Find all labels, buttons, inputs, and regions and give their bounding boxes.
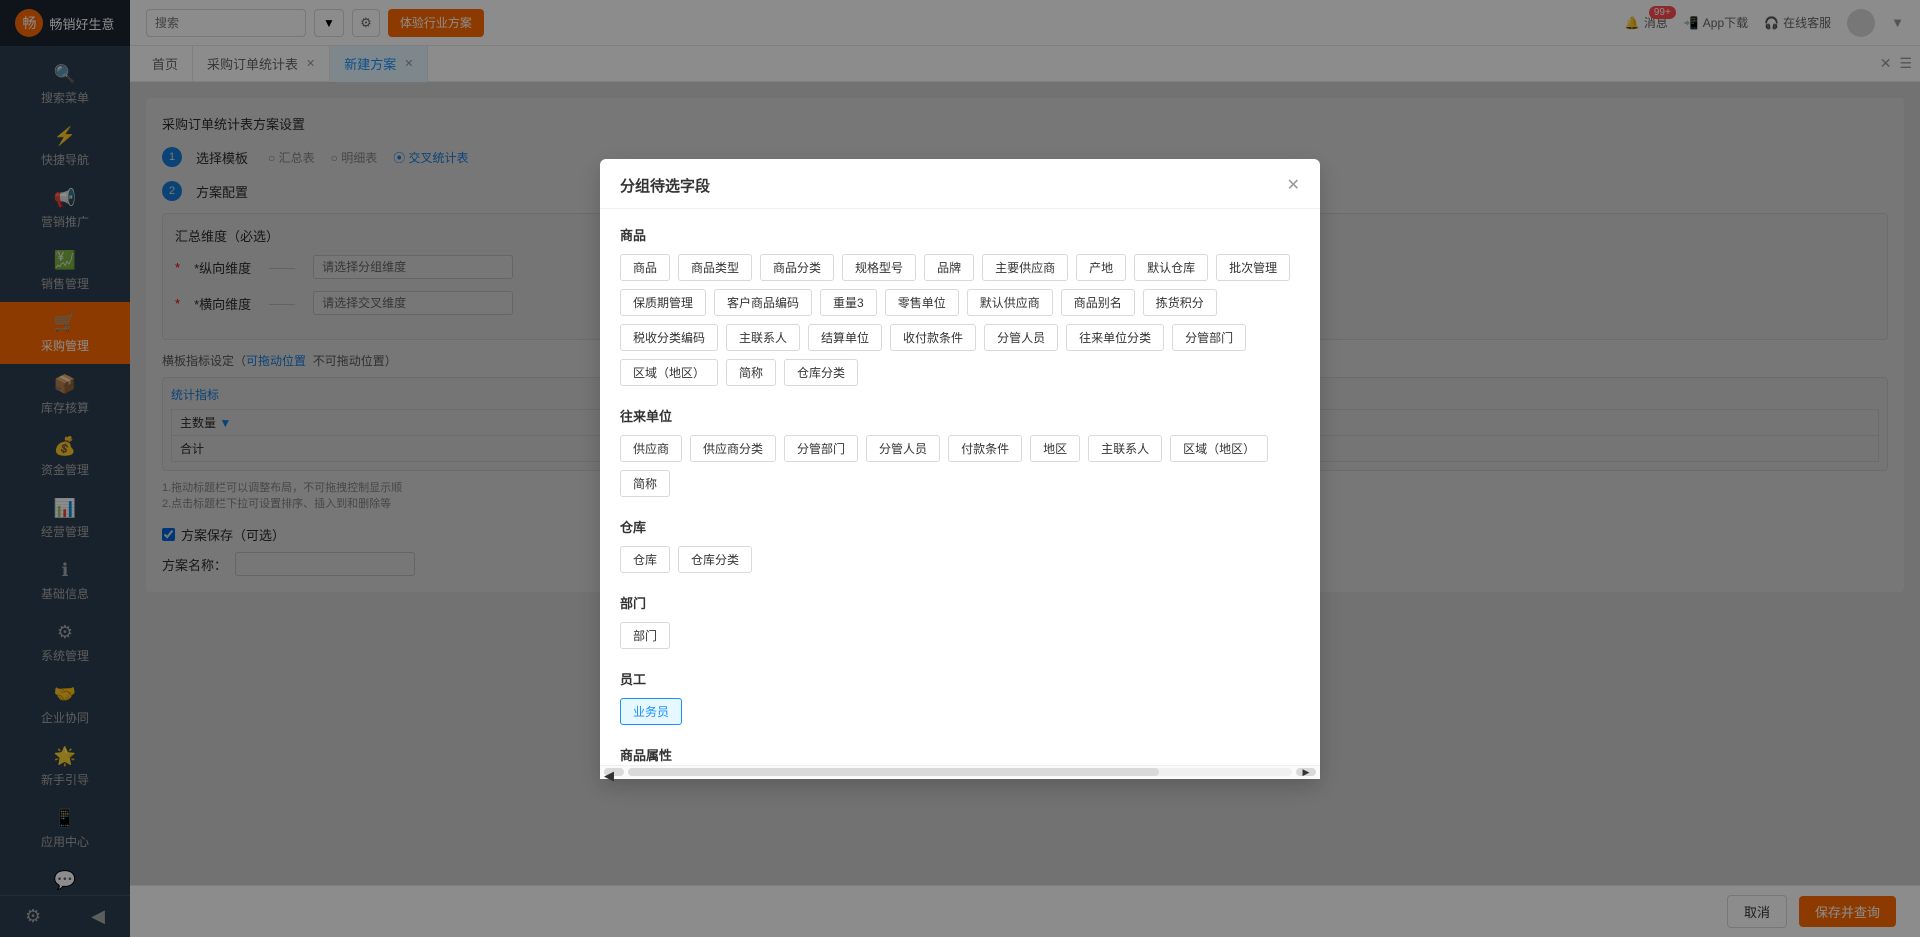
section-product-attr: 商品属性 属性 颜色 多规格 尺码 鞋码 1 xyxy=(620,745,1300,766)
field-tag[interactable]: 收付款条件 xyxy=(890,324,976,351)
section-product-attr-title: 商品属性 xyxy=(620,745,1300,764)
section-partner-fields: 供应商 供应商分类 分管部门 分管人员 付款条件 地区 主联系人 区域（地区） … xyxy=(620,435,1300,497)
field-tag[interactable]: 仓库 xyxy=(620,546,670,573)
section-partner: 往来单位 供应商 供应商分类 分管部门 分管人员 付款条件 地区 主联系人 区域… xyxy=(620,406,1300,497)
section-employee: 员工 业务员 xyxy=(620,669,1300,725)
section-warehouse-title: 仓库 xyxy=(620,517,1300,536)
field-tag[interactable]: 地区 xyxy=(1030,435,1080,462)
scrollbar-right-btn[interactable]: ▶ xyxy=(1296,768,1316,776)
field-tag[interactable]: 零售单位 xyxy=(885,289,959,316)
scrollbar-thumb[interactable] xyxy=(628,768,1159,776)
field-tag[interactable]: 仓库分类 xyxy=(784,359,858,386)
modal-dialog: 分组待选字段 ✕ 商品 商品 商品类型 商品分类 规格型号 品牌 主要供应商 产… xyxy=(600,159,1320,779)
field-tag[interactable]: 税收分类编码 xyxy=(620,324,718,351)
section-warehouse: 仓库 仓库 仓库分类 xyxy=(620,517,1300,573)
field-tag[interactable]: 主要供应商 xyxy=(982,254,1068,281)
field-tag[interactable]: 重量3 xyxy=(820,289,877,316)
field-tag[interactable]: 往来单位分类 xyxy=(1066,324,1164,351)
section-goods-title: 商品 xyxy=(620,225,1300,244)
modal-scrollbar-area: ◀ ▶ xyxy=(600,765,1320,778)
section-department-fields: 部门 xyxy=(620,622,1300,649)
field-tag[interactable]: 规格型号 xyxy=(842,254,916,281)
field-tag[interactable]: 简称 xyxy=(620,470,670,497)
field-tag[interactable]: 区域（地区） xyxy=(1170,435,1268,462)
section-partner-title: 往来单位 xyxy=(620,406,1300,425)
scrollbar-track xyxy=(628,768,1292,776)
field-tag[interactable]: 主联系人 xyxy=(726,324,800,351)
field-tag[interactable]: 分管部门 xyxy=(784,435,858,462)
section-department-title: 部门 xyxy=(620,593,1300,612)
modal-close-button[interactable]: ✕ xyxy=(1287,175,1300,195)
field-tag[interactable]: 供应商 xyxy=(620,435,682,462)
field-tag[interactable]: 主联系人 xyxy=(1088,435,1162,462)
field-tag[interactable]: 品牌 xyxy=(924,254,974,281)
field-tag[interactable]: 批次管理 xyxy=(1216,254,1290,281)
field-tag[interactable]: 商品类型 xyxy=(678,254,752,281)
section-employee-title: 员工 xyxy=(620,669,1300,688)
field-tag[interactable]: 结算单位 xyxy=(808,324,882,351)
field-tag[interactable]: 商品别名 xyxy=(1061,289,1135,316)
modal-overlay: 分组待选字段 ✕ 商品 商品 商品类型 商品分类 规格型号 品牌 主要供应商 产… xyxy=(0,0,1920,937)
field-tag[interactable]: 拣货积分 xyxy=(1143,289,1217,316)
field-tag[interactable]: 分管人员 xyxy=(984,324,1058,351)
field-tag[interactable]: 默认仓库 xyxy=(1134,254,1208,281)
field-tag[interactable]: 付款条件 xyxy=(948,435,1022,462)
field-tag[interactable]: 分管人员 xyxy=(866,435,940,462)
field-tag[interactable]: 产地 xyxy=(1076,254,1126,281)
field-tag[interactable]: 区域（地区） xyxy=(620,359,718,386)
modal-body[interactable]: 商品 商品 商品类型 商品分类 规格型号 品牌 主要供应商 产地 默认仓库 批次… xyxy=(600,209,1320,766)
field-tag[interactable]: 默认供应商 xyxy=(967,289,1053,316)
section-goods-fields: 商品 商品类型 商品分类 规格型号 品牌 主要供应商 产地 默认仓库 批次管理 … xyxy=(620,254,1300,386)
field-tag[interactable]: 部门 xyxy=(620,622,670,649)
modal-title: 分组待选字段 xyxy=(620,175,710,196)
modal-header: 分组待选字段 ✕ xyxy=(600,159,1320,209)
field-tag-employee[interactable]: 业务员 xyxy=(620,698,682,725)
section-goods: 商品 商品 商品类型 商品分类 规格型号 品牌 主要供应商 产地 默认仓库 批次… xyxy=(620,225,1300,386)
field-tag[interactable]: 客户商品编码 xyxy=(714,289,812,316)
field-tag[interactable]: 保质期管理 xyxy=(620,289,706,316)
field-tag[interactable]: 分管部门 xyxy=(1172,324,1246,351)
scrollbar-left-btn[interactable]: ◀ xyxy=(604,768,624,776)
field-tag[interactable]: 商品 xyxy=(620,254,670,281)
field-tag[interactable]: 简称 xyxy=(726,359,776,386)
field-tag[interactable]: 供应商分类 xyxy=(690,435,776,462)
section-employee-fields: 业务员 xyxy=(620,698,1300,725)
field-tag[interactable]: 商品分类 xyxy=(760,254,834,281)
field-tag[interactable]: 仓库分类 xyxy=(678,546,752,573)
section-department: 部门 部门 xyxy=(620,593,1300,649)
section-warehouse-fields: 仓库 仓库分类 xyxy=(620,546,1300,573)
